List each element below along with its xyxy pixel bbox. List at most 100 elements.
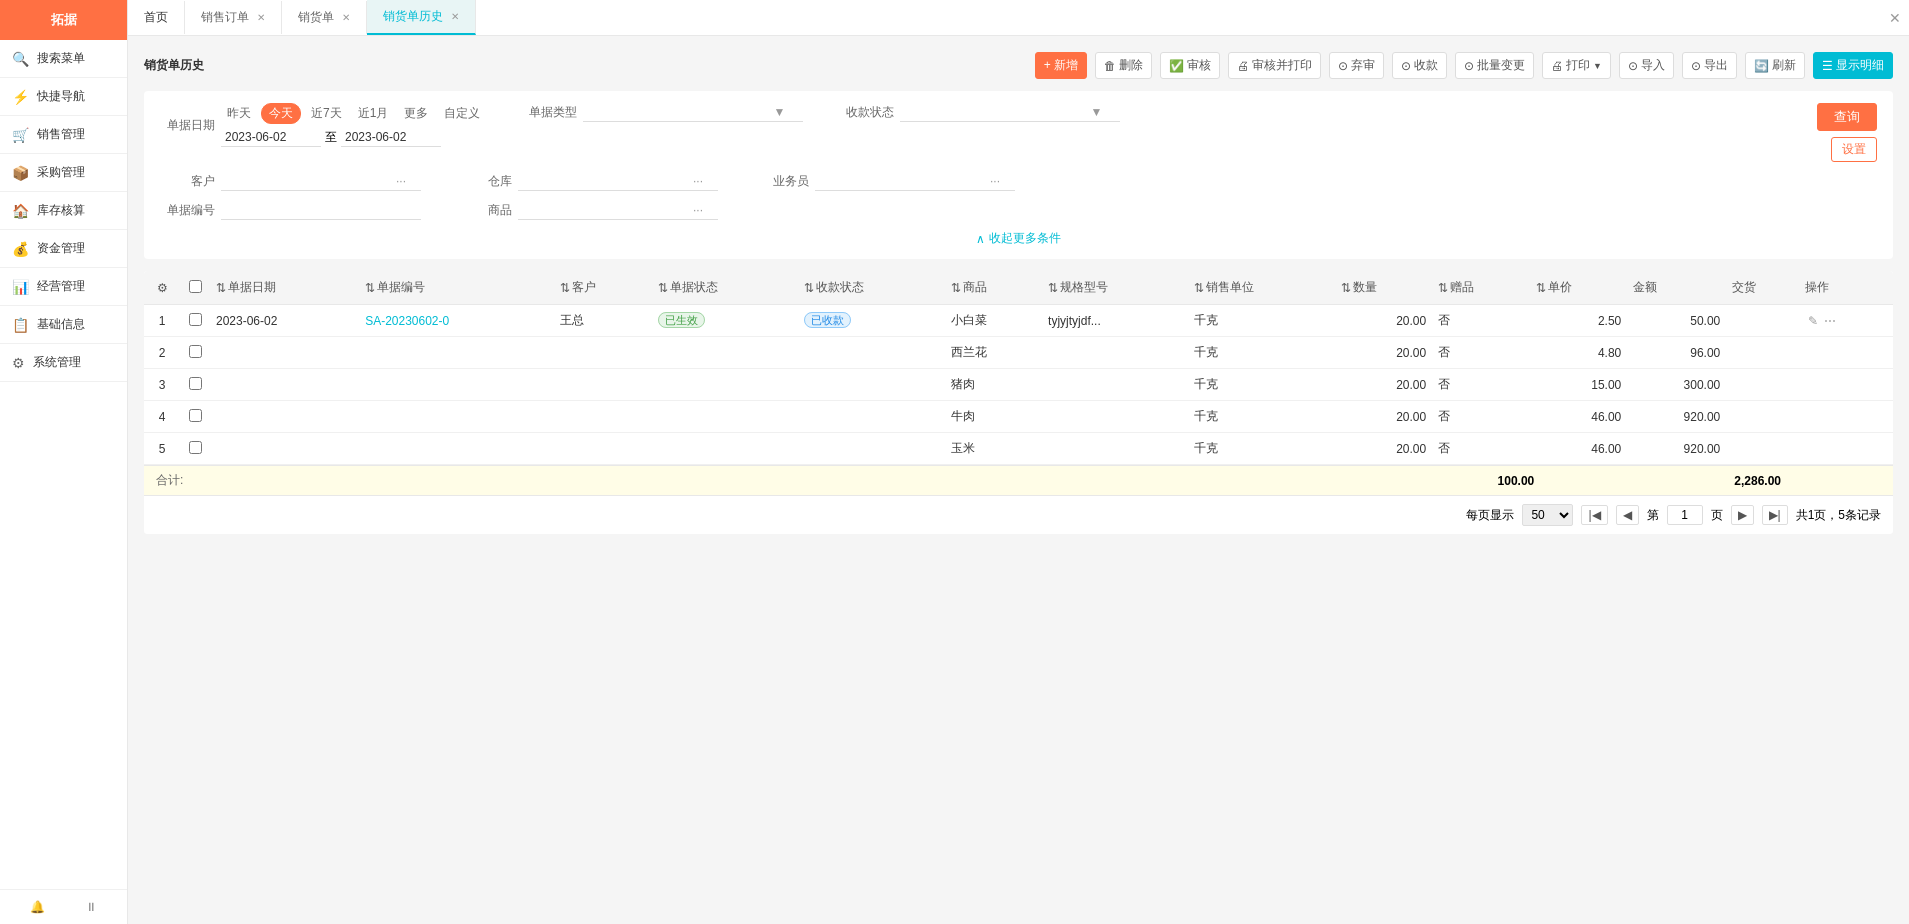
th-customer[interactable]: ⇅客户: [554, 271, 652, 305]
th-docstatus[interactable]: ⇅单据状态: [652, 271, 798, 305]
page-number-input[interactable]: [1667, 505, 1703, 525]
staff-dots[interactable]: ···: [990, 174, 1000, 188]
row-checkbox[interactable]: [189, 345, 202, 358]
tab-home[interactable]: 首页: [128, 1, 185, 34]
row-checkbox[interactable]: [189, 441, 202, 454]
tab-sales-goods[interactable]: 销货单 ✕: [282, 1, 367, 34]
per-page-select[interactable]: 50 100 200: [1522, 504, 1573, 526]
collapse-button[interactable]: ∧ 收起更多条件: [160, 226, 1877, 247]
row-docno[interactable]: [359, 401, 554, 433]
docno-input[interactable]: [221, 201, 421, 220]
tab-sales-order[interactable]: 销售订单 ✕: [185, 1, 282, 34]
review-print-button[interactable]: 🖨 审核并打印: [1228, 52, 1321, 79]
th-spec[interactable]: ⇅规格型号: [1042, 271, 1188, 305]
sidebar-item-base-info[interactable]: 📋 基础信息: [0, 306, 127, 344]
th-gear[interactable]: ⚙: [144, 271, 180, 305]
row-checkbox[interactable]: [189, 377, 202, 390]
th-goods[interactable]: ⇅商品: [945, 271, 1043, 305]
customer-input[interactable]: [221, 172, 396, 190]
row-actions: [1799, 433, 1893, 465]
customer-dots[interactable]: ···: [396, 174, 406, 188]
collect-dropdown-icon[interactable]: ▼: [1090, 105, 1102, 119]
sidebar-item-operations[interactable]: 📊 经营管理: [0, 268, 127, 306]
row-checkbox-cell[interactable]: [180, 369, 210, 401]
row-checkbox[interactable]: [189, 409, 202, 422]
doctype-dropdown-icon[interactable]: ▼: [773, 105, 785, 119]
shortcut-7days[interactable]: 近7天: [305, 103, 348, 124]
th-unitprice[interactable]: ⇅单价: [1530, 271, 1628, 305]
edit-action-button[interactable]: ✎: [1805, 313, 1821, 329]
th-docno[interactable]: ⇅单据编号: [359, 271, 554, 305]
doctype-label: 单据类型: [522, 104, 577, 121]
sidebar-item-finance[interactable]: 💰 资金管理: [0, 230, 127, 268]
warehouse-dots[interactable]: ···: [693, 174, 703, 188]
row-docno[interactable]: SA-20230602-0: [359, 305, 554, 337]
row-docno[interactable]: [359, 433, 554, 465]
row-amount: 920.00: [1627, 433, 1726, 465]
shortcut-custom[interactable]: 自定义: [438, 103, 486, 124]
row-checkbox-cell[interactable]: [180, 433, 210, 465]
tab-sales-order-close[interactable]: ✕: [257, 12, 265, 23]
sidebar-item-sys[interactable]: ⚙ 系统管理: [0, 344, 127, 382]
delete-button[interactable]: 🗑 删除: [1095, 52, 1152, 79]
new-button[interactable]: + 新增: [1035, 52, 1087, 79]
tab-sales-history-close[interactable]: ✕: [451, 11, 459, 22]
collect-button[interactable]: ⊙ 收款: [1392, 52, 1447, 79]
row-checkbox-cell[interactable]: [180, 401, 210, 433]
row-collectstatus: [798, 369, 944, 401]
first-page-button[interactable]: |◀: [1581, 505, 1607, 525]
th-collectstatus[interactable]: ⇅收款状态: [798, 271, 944, 305]
print-button[interactable]: 🖨 打印 ▼: [1542, 52, 1611, 79]
shortcut-yesterday[interactable]: 昨天: [221, 103, 257, 124]
row-docno[interactable]: [359, 337, 554, 369]
sidebar-item-search-menu[interactable]: 🔍 搜索菜单: [0, 40, 127, 78]
staff-input[interactable]: [815, 172, 990, 190]
abandon-button[interactable]: ⊙ 弃审: [1329, 52, 1384, 79]
row-checkbox-cell[interactable]: [180, 305, 210, 337]
sidebar-item-purchase[interactable]: 📦 采购管理: [0, 154, 127, 192]
shortcut-1month[interactable]: 近1月: [352, 103, 395, 124]
gear-icon[interactable]: ⚙: [157, 281, 168, 295]
window-close-icon[interactable]: ✕: [1889, 10, 1901, 26]
review-button[interactable]: ✅ 审核: [1160, 52, 1220, 79]
show-detail-button[interactable]: ☰ 显示明细: [1813, 52, 1893, 79]
batch-change-button[interactable]: ⊙ 批量变更: [1455, 52, 1534, 79]
sidebar-item-sales[interactable]: 🛒 销售管理: [0, 116, 127, 154]
sidebar-item-inventory[interactable]: 🏠 库存核算: [0, 192, 127, 230]
doctype-input[interactable]: [583, 103, 773, 121]
prev-page-button[interactable]: ◀: [1616, 505, 1639, 525]
shortcut-more[interactable]: 更多: [398, 103, 434, 124]
notification-icon[interactable]: 🔔: [30, 900, 45, 914]
goods-dots[interactable]: ···: [693, 203, 703, 217]
th-date[interactable]: ⇅单据日期: [210, 271, 359, 305]
date-from-input[interactable]: [221, 128, 321, 147]
th-docstatus-sort-icon: ⇅: [658, 281, 668, 295]
shortcut-today[interactable]: 今天: [261, 103, 301, 124]
goods-input[interactable]: [518, 201, 693, 219]
sidebar-item-quick-nav[interactable]: ⚡ 快捷导航: [0, 78, 127, 116]
date-shortcuts: 昨天 今天 近7天 近1月 更多 自定义: [221, 103, 486, 124]
th-gift[interactable]: ⇅赠品: [1432, 271, 1530, 305]
tab-sales-goods-close[interactable]: ✕: [342, 12, 350, 23]
row-checkbox-cell[interactable]: [180, 337, 210, 369]
select-all-checkbox[interactable]: [189, 280, 202, 293]
export-button[interactable]: ⊙ 导出: [1682, 52, 1737, 79]
pause-icon[interactable]: ⏸: [85, 900, 97, 914]
last-page-button[interactable]: ▶|: [1762, 505, 1788, 525]
th-checkbox[interactable]: [180, 271, 210, 305]
more-action-button[interactable]: ⋯: [1821, 313, 1839, 329]
warehouse-input[interactable]: [518, 172, 693, 190]
collect-status-badge: 已收款: [804, 312, 851, 328]
row-docno[interactable]: [359, 369, 554, 401]
next-page-button[interactable]: ▶: [1731, 505, 1754, 525]
import-button[interactable]: ⊙ 导入: [1619, 52, 1674, 79]
collect-input[interactable]: [900, 103, 1090, 121]
refresh-button[interactable]: 🔄 刷新: [1745, 52, 1805, 79]
setting-button[interactable]: 设置: [1831, 137, 1877, 162]
th-qty[interactable]: ⇅数量: [1335, 271, 1433, 305]
tab-sales-history[interactable]: 销货单历史 ✕: [367, 0, 476, 35]
th-unit[interactable]: ⇅销售单位: [1188, 271, 1334, 305]
query-button[interactable]: 查询: [1817, 103, 1877, 131]
date-to-input[interactable]: [341, 128, 441, 147]
row-checkbox[interactable]: [189, 313, 202, 326]
